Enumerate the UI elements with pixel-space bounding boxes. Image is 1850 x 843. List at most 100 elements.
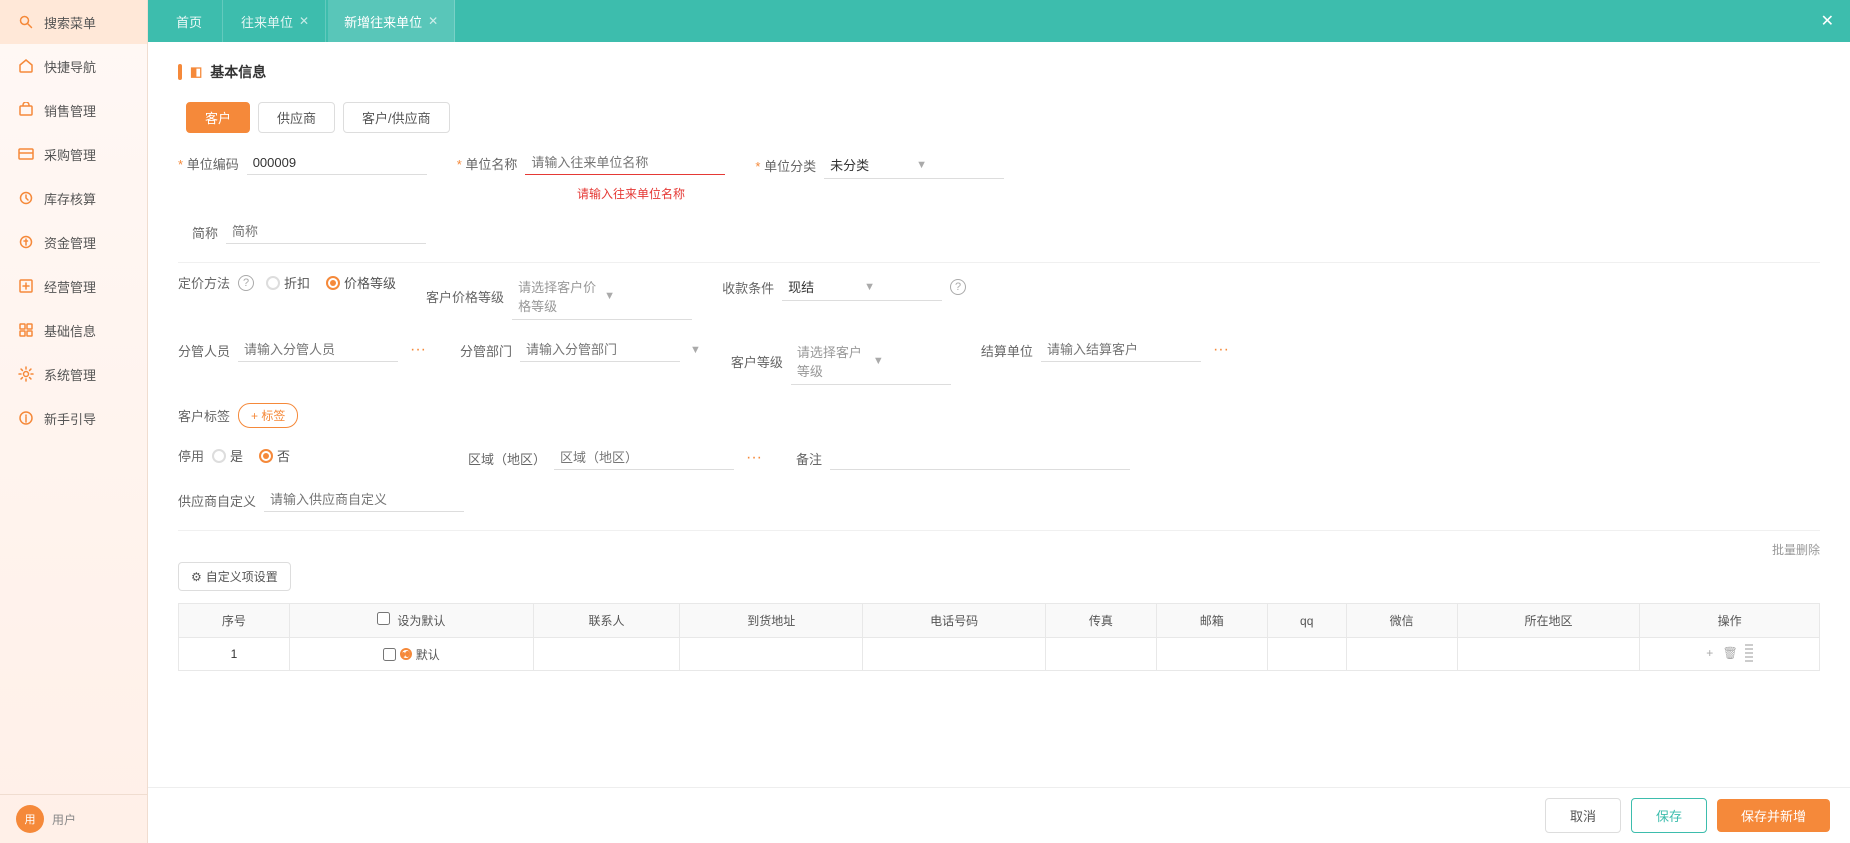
- sidebar-item-label: 系统管理: [44, 365, 96, 384]
- divider2: [178, 530, 1820, 531]
- settlement-more-btn[interactable]: ···: [1209, 341, 1233, 359]
- row-contact: [533, 638, 680, 671]
- short-name-row: 简称: [178, 220, 1820, 244]
- unit-name-input[interactable]: [525, 151, 725, 175]
- basic-icon: [16, 320, 36, 340]
- col-action: 操作: [1640, 604, 1820, 638]
- sidebar-item-basic[interactable]: 基础信息: [0, 308, 147, 352]
- default-radio[interactable]: [400, 648, 412, 660]
- close-new-partner-tab[interactable]: ✕: [428, 14, 438, 28]
- unit-name-label: * 单位名称: [457, 154, 518, 173]
- sidebar-item-capital[interactable]: 资金管理: [0, 220, 147, 264]
- col-phone: 电话号码: [863, 604, 1046, 638]
- sidebar-item-purchase[interactable]: 采购管理: [0, 132, 147, 176]
- tab-new-partner[interactable]: 新增往来单位 ✕: [328, 0, 455, 42]
- sidebar-item-operation[interactable]: 经营管理: [0, 264, 147, 308]
- unit-type-group: 客户 供应商 客户/供应商: [186, 102, 450, 133]
- unit-category-label: * 单位分类: [755, 156, 816, 175]
- sidebar-item-quick-nav[interactable]: 快捷导航: [0, 44, 147, 88]
- select-all-checkbox[interactable]: [377, 612, 390, 625]
- row-actions: + 🗑: [1640, 638, 1820, 671]
- payment-field: 收款条件 现结 ▼ ?: [722, 273, 966, 301]
- payment-select[interactable]: 现结 ▼: [782, 273, 942, 301]
- settlement-label: 结算单位: [981, 341, 1033, 360]
- operation-icon: [16, 276, 36, 296]
- custom-settings-btn[interactable]: ⚙ 自定义项设置: [178, 562, 291, 591]
- manager-more-btn[interactable]: ···: [406, 341, 430, 359]
- pricing-grade-radio[interactable]: 价格等级: [326, 273, 396, 292]
- save-button[interactable]: 保存: [1631, 798, 1707, 833]
- unit-code-input[interactable]: [247, 151, 427, 175]
- row-checkbox[interactable]: [383, 648, 396, 661]
- sidebar-item-search[interactable]: 搜索菜单: [0, 0, 147, 44]
- sidebar-item-system[interactable]: 系统管理: [0, 352, 147, 396]
- guide-icon: [16, 408, 36, 428]
- chevron-down-icon: ▼: [916, 159, 998, 171]
- tab-partner[interactable]: 往来单位 ✕: [225, 0, 326, 42]
- pricing-label: 定价方法: [178, 273, 230, 292]
- user-name: 用户: [52, 811, 76, 828]
- batch-delete-btn[interactable]: 批量删除: [178, 541, 1820, 558]
- disabled-label: 停用: [178, 446, 204, 465]
- system-icon: [16, 364, 36, 384]
- row-qq: [1267, 638, 1346, 671]
- col-num: 序号: [179, 604, 290, 638]
- pricing-discount-radio[interactable]: 折扣: [266, 273, 310, 292]
- payment-help-icon[interactable]: ?: [950, 279, 966, 295]
- contact-table: 序号 设为默认 联系人 到货地址 电话号码 传真 邮箱 qq 微信 所在地区 操…: [178, 603, 1820, 671]
- save-and-new-button[interactable]: 保存并新增: [1717, 799, 1830, 832]
- delete-row-btn[interactable]: 🗑: [1723, 646, 1738, 660]
- sidebar-bottom: 用 用户: [0, 794, 147, 843]
- region-input[interactable]: [554, 446, 734, 470]
- sidebar-item-label: 新手引导: [44, 409, 96, 428]
- supplier-custom-input[interactable]: [264, 488, 464, 512]
- sidebar-item-guide[interactable]: 新手引导: [0, 396, 147, 440]
- disabled-yes-radio[interactable]: 是: [212, 446, 243, 465]
- unit-btn-supplier[interactable]: 供应商: [258, 102, 335, 133]
- dept-input[interactable]: [520, 338, 680, 362]
- unit-category-select[interactable]: 未分类 ▼: [824, 151, 1004, 179]
- note-input[interactable]: [830, 446, 1130, 470]
- settlement-field: 结算单位 ···: [981, 338, 1233, 362]
- manager-input[interactable]: [238, 338, 398, 362]
- sidebar-item-inventory[interactable]: 库存核算: [0, 176, 147, 220]
- pricing-row: 定价方法 ? 折扣 价格等级 客户价格等级 请选择客户价格等级: [178, 273, 1820, 320]
- customer-price-select[interactable]: 请选择客户价格等级 ▼: [512, 273, 692, 320]
- tags-field: 客户标签 + 标签: [178, 403, 378, 428]
- close-partner-tab[interactable]: ✕: [299, 14, 309, 28]
- tags-row: 客户标签 + 标签: [178, 403, 1820, 428]
- disabled-radio-group: 是 否: [212, 446, 290, 465]
- tags-label: 客户标签: [178, 406, 230, 425]
- cancel-button[interactable]: 取消: [1545, 798, 1621, 833]
- settlement-input[interactable]: [1041, 338, 1201, 362]
- payment-label: 收款条件: [722, 278, 774, 297]
- customer-level-field: 客户等级 请选择客户等级 ▼: [731, 338, 951, 385]
- footer: 取消 保存 保存并新增: [148, 787, 1850, 843]
- tab-home[interactable]: 首页: [156, 0, 223, 42]
- dept-chevron-icon: ▼: [690, 344, 701, 356]
- chevron-down-icon: ▼: [864, 281, 936, 293]
- add-row-btn[interactable]: +: [1706, 646, 1713, 660]
- home-icon: [16, 56, 36, 76]
- add-tag-btn[interactable]: + 标签: [238, 403, 298, 428]
- table-row: 1 默认: [179, 638, 1820, 671]
- section-title: ◧ 基本信息: [178, 62, 1820, 82]
- unit-btn-customer[interactable]: 客户: [186, 102, 250, 133]
- sidebar-item-label: 基础信息: [44, 321, 96, 340]
- manager-field: 分管人员 ···: [178, 338, 430, 362]
- region-more-btn[interactable]: ···: [742, 449, 766, 467]
- pricing-help-icon[interactable]: ?: [238, 275, 254, 291]
- yes-radio-circle: [212, 449, 226, 463]
- tabbar-close-all[interactable]: ✕: [1813, 7, 1842, 35]
- gear-icon: ⚙: [191, 570, 202, 584]
- disabled-field: 停用 是 否: [178, 446, 378, 465]
- disabled-no-radio[interactable]: 否: [259, 446, 290, 465]
- sidebar-item-label: 资金管理: [44, 233, 96, 252]
- row-fax: [1045, 638, 1156, 671]
- customer-level-select[interactable]: 请选择客户等级 ▼: [791, 338, 951, 385]
- sidebar-item-sales[interactable]: 销售管理: [0, 88, 147, 132]
- sales-icon: [16, 100, 36, 120]
- unit-btn-both[interactable]: 客户/供应商: [343, 102, 450, 133]
- short-name-input[interactable]: [226, 220, 426, 244]
- unit-type-row: 客户 供应商 客户/供应商: [178, 102, 1820, 133]
